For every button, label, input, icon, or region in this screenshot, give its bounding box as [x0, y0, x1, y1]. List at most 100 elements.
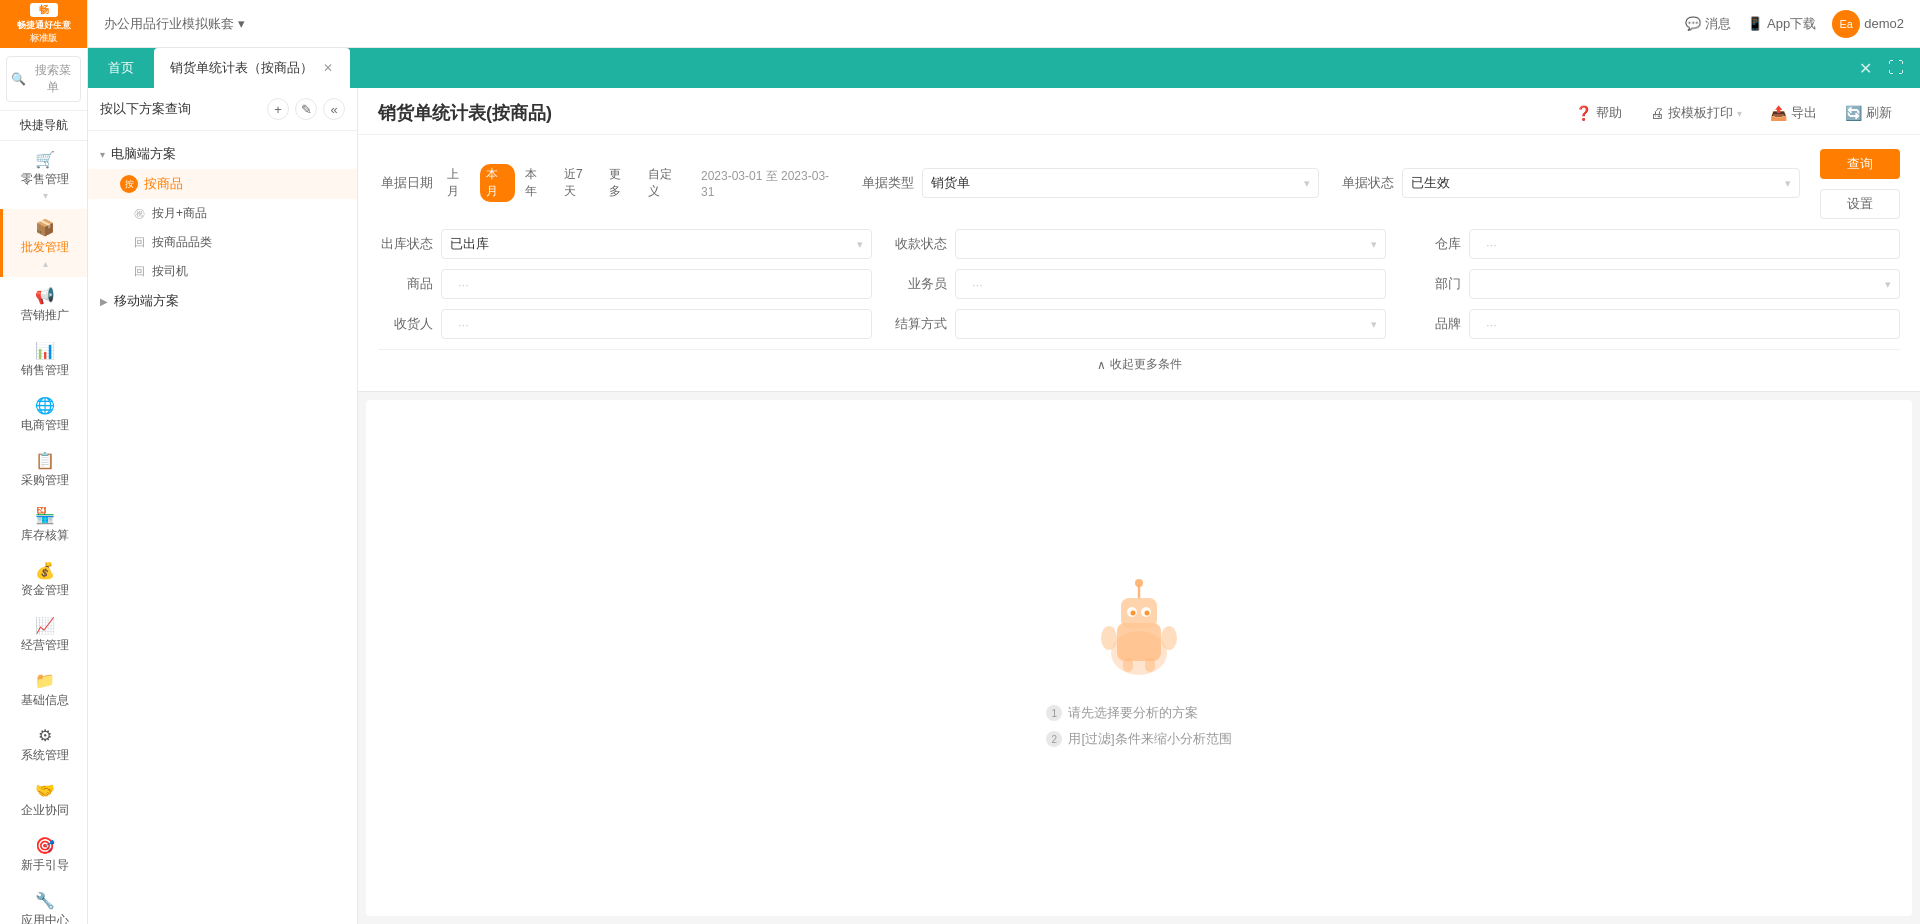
filter-salesperson: 业务员 ···: [892, 269, 1386, 299]
mobile-scheme-header[interactable]: ▶ 移动端方案: [88, 286, 357, 316]
app-download-button[interactable]: 📱 App下载: [1747, 15, 1816, 33]
date-tab-more[interactable]: 更多: [603, 164, 638, 202]
step1-text: 请先选择要分析的方案: [1068, 704, 1198, 722]
payment-status-arrow-icon: ▾: [1371, 238, 1377, 251]
sidebar-item-label: 资金管理: [21, 582, 69, 599]
date-tab-this-year[interactable]: 本年: [519, 164, 554, 202]
workspace-selector[interactable]: 办公用品行业模拟账套 ▾: [104, 15, 245, 33]
receiver-dots-icon[interactable]: ···: [454, 317, 473, 332]
empty-state-step2: 2 用[过滤]条件来缩小分析范围: [1046, 730, 1231, 748]
collapse-filter-btn[interactable]: ∧ 收起更多条件: [378, 349, 1900, 379]
sidebar-item-system[interactable]: ⚙ 系统管理: [0, 717, 87, 772]
sidebar-item-guide[interactable]: 🎯 新手引导: [0, 827, 87, 882]
tab-close-icon[interactable]: ✕: [323, 61, 333, 75]
step2-text: 用[过滤]条件来缩小分析范围: [1068, 730, 1231, 748]
print-btn[interactable]: 🖨 按模板打印 ▾: [1642, 100, 1750, 126]
reset-button[interactable]: 设置: [1820, 189, 1900, 219]
date-tab-7days[interactable]: 近7天: [558, 164, 599, 202]
sidebar-item-inventory[interactable]: 🏪 库存核算: [0, 497, 87, 552]
sidebar-item-finance[interactable]: 💰 资金管理: [0, 552, 87, 607]
workspace-arrow-icon: ▾: [238, 16, 245, 31]
brand-input[interactable]: ···: [1469, 309, 1900, 339]
search-menu-button[interactable]: 🔍 搜索菜单: [6, 56, 81, 102]
edit-scheme-btn[interactable]: ✎: [295, 98, 317, 120]
sidebar-item-operations[interactable]: 📈 经营管理: [0, 607, 87, 662]
warehouse-status-select[interactable]: 已出库 ▾: [441, 229, 872, 259]
sidebar-item-apps[interactable]: 🔧 应用中心: [0, 882, 87, 924]
tree-item-by-driver[interactable]: 回 按司机: [88, 257, 357, 286]
dept-label: 部门: [1406, 275, 1461, 293]
sidebar-item-label: 经营管理: [21, 637, 69, 654]
quick-nav-label: 快捷导航: [20, 114, 68, 136]
dept-select[interactable]: ▾: [1469, 269, 1900, 299]
group-expand-icon: ▾: [100, 149, 105, 160]
pc-scheme-group: ▾ 电脑端方案 按 按商品 ㊗ 按月+商品 回: [88, 139, 357, 286]
doc-type-arrow-icon: ▾: [1304, 177, 1310, 190]
sidebar-item-ecommerce[interactable]: 🌐 电商管理: [0, 387, 87, 442]
sidebar-item-sales[interactable]: 📊 销售管理: [0, 332, 87, 387]
collapse-panel-btn[interactable]: «: [323, 98, 345, 120]
quick-nav-area[interactable]: 快捷导航: [0, 111, 87, 141]
system-icon: ⚙: [35, 725, 55, 745]
help-btn[interactable]: ❓ 帮助: [1567, 100, 1630, 126]
sidebar-item-label: 批发管理: [21, 239, 69, 256]
sidebar-item-corp[interactable]: 🤝 企业协同: [0, 772, 87, 827]
sub-item-icon: ㊗: [132, 206, 146, 221]
refresh-btn[interactable]: 🔄 刷新: [1837, 100, 1900, 126]
apps-icon: 🔧: [35, 890, 55, 910]
warehouse-dots-icon[interactable]: ···: [1482, 237, 1501, 252]
tab-bar: 首页 销货单统计表（按商品） ✕ ✕ ⛶: [88, 48, 1920, 88]
message-button[interactable]: 💬 消息: [1685, 15, 1731, 33]
warehouse-input[interactable]: ···: [1469, 229, 1900, 259]
date-tab-last-month[interactable]: 上月: [441, 164, 476, 202]
sidebar-item-retail[interactable]: 🛒 零售管理 ▾: [0, 141, 87, 209]
sidebar-search-area: 🔍 搜索菜单: [0, 48, 87, 111]
doc-type-select[interactable]: 销货单 ▾: [922, 168, 1320, 198]
salesperson-input[interactable]: ···: [955, 269, 1386, 299]
pc-scheme-header[interactable]: ▾ 电脑端方案: [88, 139, 357, 169]
brand-dots-icon[interactable]: ···: [1482, 317, 1501, 332]
tree-item-by-month-goods[interactable]: ㊗ 按月+商品: [88, 199, 357, 228]
filter-row-2: 出库状态 已出库 ▾ 收款状态 ▾ 仓库: [378, 229, 1900, 259]
payment-status-select[interactable]: ▾: [955, 229, 1386, 259]
warehouse-status-label: 出库状态: [378, 235, 433, 253]
sidebar-item-label: 应用中心: [21, 912, 69, 924]
goods-input[interactable]: ···: [441, 269, 872, 299]
close-tab-btn[interactable]: ✕: [1855, 55, 1876, 82]
export-btn[interactable]: 📤 导出: [1762, 100, 1825, 126]
sidebar-item-label: 基础信息: [21, 692, 69, 709]
sidebar-item-procurement[interactable]: 📋 采购管理: [0, 442, 87, 497]
tab-home[interactable]: 首页: [88, 48, 154, 88]
sidebar-item-wholesale[interactable]: 📦 批发管理 ▴: [0, 209, 87, 277]
receiver-input[interactable]: ···: [441, 309, 872, 339]
doc-status-select[interactable]: 已生效 ▾: [1402, 168, 1800, 198]
procurement-icon: 📋: [35, 450, 55, 470]
date-tab-custom[interactable]: 自定义: [642, 164, 689, 202]
salesperson-dots-icon[interactable]: ···: [968, 277, 987, 292]
tree-item-by-goods[interactable]: 按 按商品: [88, 169, 357, 199]
user-avatar: Ea: [1832, 10, 1860, 38]
user-menu[interactable]: Ea demo2: [1832, 10, 1904, 38]
date-tab-this-month[interactable]: 本月: [480, 164, 515, 202]
app-logo[interactable]: 畅 畅捷通好生意 标准版: [0, 0, 87, 48]
svg-rect-1: [1117, 623, 1161, 661]
app-version: 标准版: [30, 32, 57, 45]
user-name: demo2: [1864, 16, 1904, 31]
brand-label: 品牌: [1406, 315, 1461, 333]
left-panel-body: ▾ 电脑端方案 按 按商品 ㊗ 按月+商品 回: [88, 131, 357, 924]
search-button[interactable]: 查询: [1820, 149, 1900, 179]
filter-doc-type: 单据类型 销货单 ▾: [859, 168, 1320, 198]
filter-brand: 品牌 ···: [1406, 309, 1900, 339]
tree-item-by-goods-cat[interactable]: 回 按商品品类: [88, 228, 357, 257]
sidebar-item-marketing[interactable]: 📢 营销推广: [0, 277, 87, 332]
payment-method-select[interactable]: ▾: [955, 309, 1386, 339]
export-icon: 📤: [1770, 105, 1787, 121]
filter-doc-status: 单据状态 已生效 ▾: [1339, 168, 1800, 198]
sidebar-item-basic[interactable]: 📁 基础信息: [0, 662, 87, 717]
left-panel-actions: + ✎ «: [267, 98, 345, 120]
tab-sales-stat[interactable]: 销货单统计表（按商品） ✕: [154, 48, 350, 88]
expand-tab-btn[interactable]: ⛶: [1884, 55, 1908, 81]
goods-dots-icon[interactable]: ···: [454, 277, 473, 292]
sidebar-item-label: 企业协同: [21, 802, 69, 819]
add-scheme-btn[interactable]: +: [267, 98, 289, 120]
